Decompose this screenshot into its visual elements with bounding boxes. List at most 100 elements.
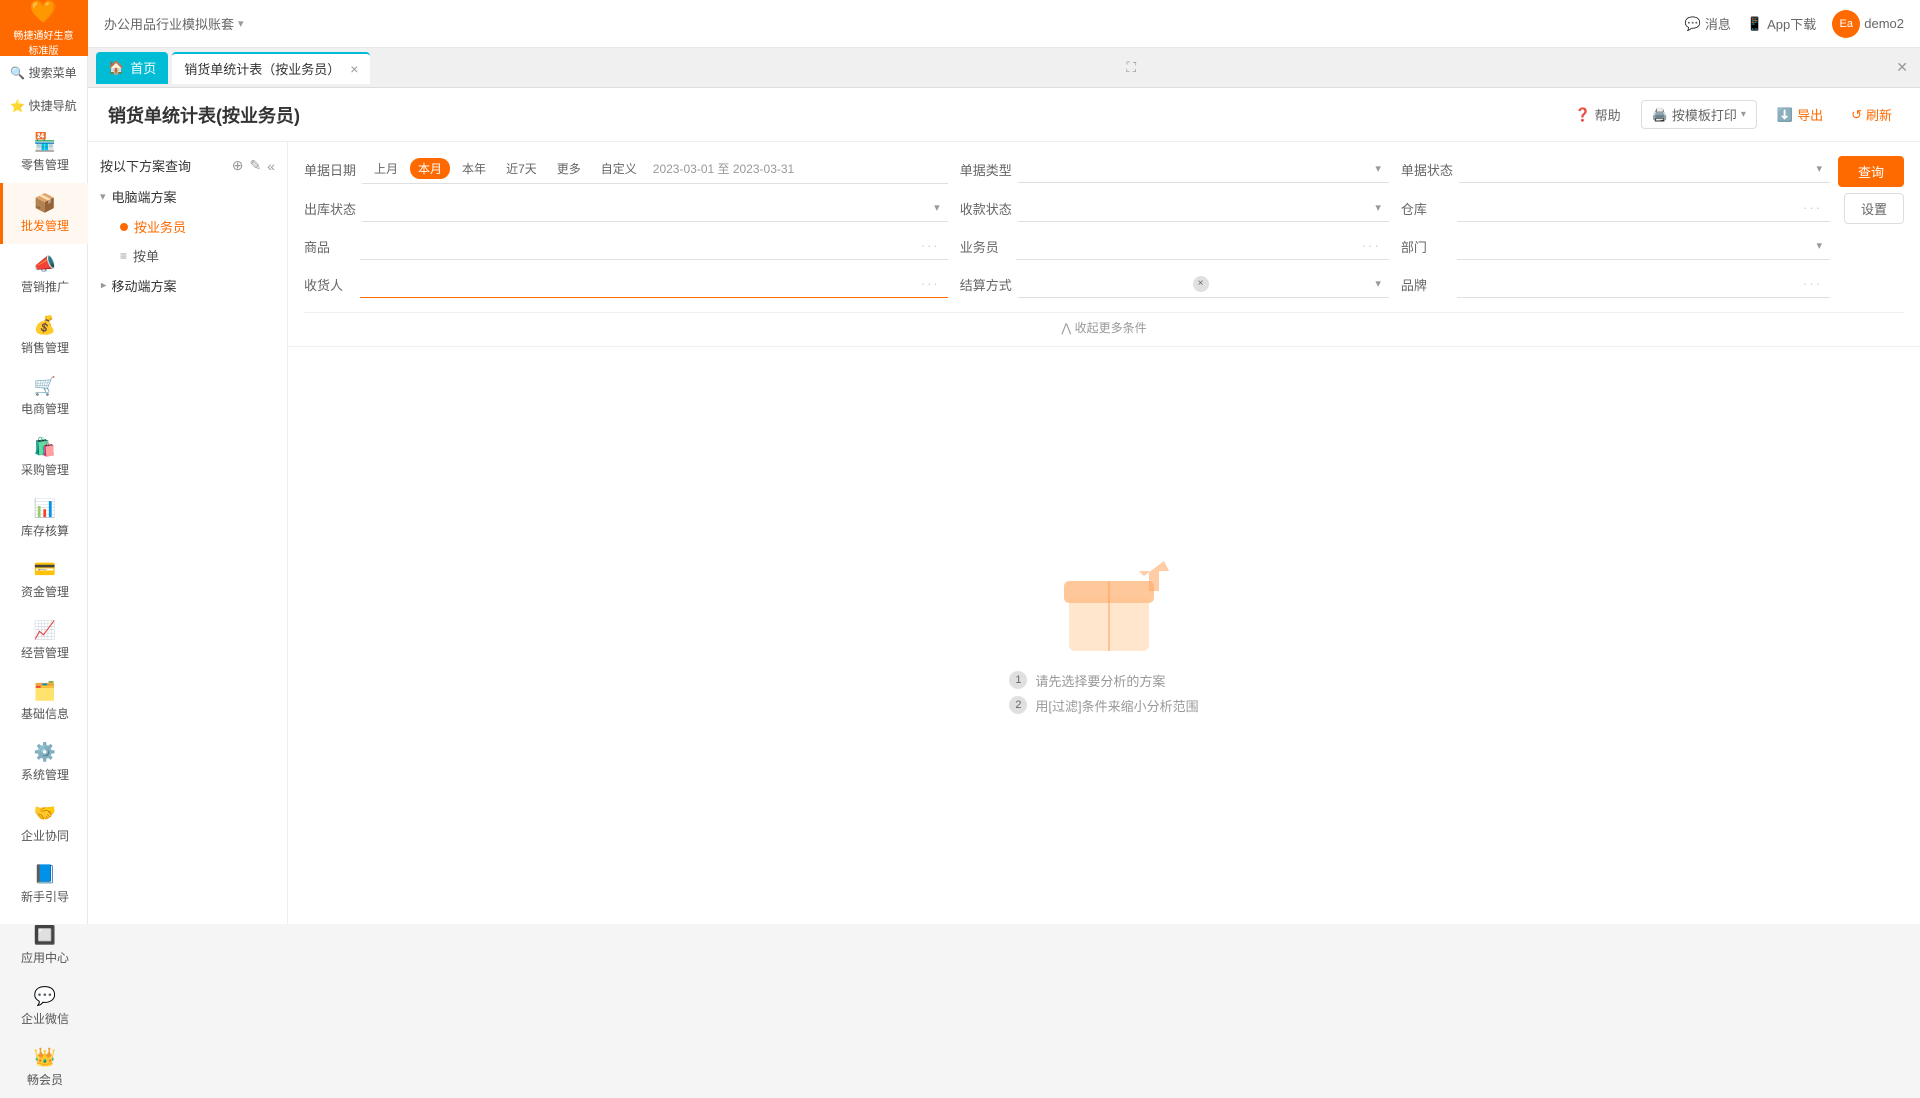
more-dots-icon: ··· [921,238,940,253]
home-icon: 🏠 [108,60,124,76]
corp-icon: 🤝 [7,803,84,824]
out-status-control[interactable]: ▾ [362,194,948,222]
sidebar-item-corp[interactable]: 🤝 企业协同 [0,793,88,854]
recv-status-control[interactable]: ▾ [1018,194,1389,222]
date-tab-this-month[interactable]: 本月 [410,158,450,179]
product-control[interactable]: ··· [360,232,948,260]
sidebar-item-system[interactable]: ⚙️ 系统管理 [0,732,88,793]
sidebar-item-basic[interactable]: 🗂️ 基础信息 [0,671,88,732]
more-dots-icon: ··· [921,276,940,291]
sidebar-item-finance[interactable]: 💳 资金管理 [0,549,88,610]
sales-icon: 💰 [7,315,84,336]
sidebar-item-retail[interactable]: 🏪 零售管理 [0,122,88,183]
empty-state: 1 请先选择要分析的方案 2 用[过滤]条件来缩小分析范围 [288,347,1920,924]
setting-button[interactable]: 设置 [1844,193,1904,224]
sidebar-item-sales[interactable]: 💰 销售管理 [0,305,88,366]
brand-filter-item: 品牌 ··· [1401,270,1830,298]
search-menu-item[interactable]: 🔍 搜索菜单 [0,56,88,89]
clear-settlement-icon[interactable]: × [1193,276,1209,292]
active-indicator [120,223,128,231]
query-button[interactable]: 查询 [1838,156,1904,187]
main-content: 单据日期 上月 本月 本年 近7天 更多 [288,142,1920,924]
message-icon: 💬 [1685,16,1701,32]
collapse-up-icon: ⋀ [1061,321,1074,335]
page-title: 销货单统计表(按业务员) [108,102,300,128]
scheme-item-salesperson[interactable]: 按业务员 [108,212,287,241]
date-tab-custom[interactable]: 自定义 [593,158,645,179]
mobile-scheme-group: ▾ 移动端方案 [88,270,287,301]
edit-scheme-icon[interactable]: ✎ [249,157,261,174]
sub-order-icon: ≡ [120,249,127,263]
settlement-filter-item: 结算方式 × ▾ [960,270,1389,298]
help-button[interactable]: ❓ 帮助 [1566,101,1628,128]
page: 销货单统计表(按业务员) ❓ 帮助 🖨️ 按模板打印 ▾ ⬇️ 导出 [88,88,1920,924]
sidebar-item-inventory[interactable]: 📊 库存核算 [0,488,88,549]
filter-rows-wrapper: 单据日期 上月 本月 本年 近7天 更多 [304,154,1904,308]
add-scheme-icon[interactable]: ⊕ [232,157,244,174]
chevron-down-icon: ▾ [1375,201,1381,214]
refresh-button[interactable]: ↺ 刷新 [1843,101,1900,128]
date-tab-this-year[interactable]: 本年 [454,158,494,179]
ecom-icon: 🛒 [7,376,84,397]
dept-control[interactable]: ▾ [1457,232,1830,260]
filter-rows: 单据日期 上月 本月 本年 近7天 更多 [304,154,1830,308]
tabbar: 🏠 首页 销货单统计表（按业务员） × ⛶ ✕ [88,48,1920,88]
refresh-icon: ↺ [1851,107,1862,123]
date-tab-more[interactable]: 更多 [549,158,589,179]
desktop-scheme-group: ▾ 电脑端方案 按业务员 ≡ 按单 [88,181,287,270]
main-area: 办公用品行业模拟账套 ▾ 💬 消息 📱 App下载 Ea demo2 🏠 [88,0,1920,924]
scheme-item-order[interactable]: ≡ 按单 [108,241,287,270]
sidebar-item-member[interactable]: 👑 畅会员 [0,1037,88,1098]
user-menu[interactable]: Ea demo2 [1832,10,1904,38]
out-status-filter-item: 出库状态 ▾ [304,194,948,222]
tab-home[interactable]: 🏠 首页 [96,52,168,84]
hint-num-2: 2 [1009,696,1027,714]
window-close-icon[interactable]: ✕ [1892,55,1912,80]
sidebar-item-apps[interactable]: 🔲 应用中心 [0,915,88,976]
sidebar-item-newbie[interactable]: 📘 新手引导 [0,854,88,915]
sidebar-item-wholesale[interactable]: 📦 批发管理 [0,183,88,244]
export-button[interactable]: ⬇️ 导出 [1769,101,1831,128]
marketing-icon: 📣 [7,254,84,275]
app-download-button[interactable]: 📱 App下载 [1747,14,1816,33]
settlement-control[interactable]: × ▾ [1018,270,1389,298]
sidebar-item-ops[interactable]: 📈 经营管理 [0,610,88,671]
desktop-scheme-header[interactable]: ▾ 电脑端方案 [88,181,287,212]
sidebar-item-ecom[interactable]: 🛒 电商管理 [0,366,88,427]
logo-icon: 🧡 [30,0,57,25]
chevron-down-icon: ▾ [1741,109,1746,120]
window-expand-icon[interactable]: ⛶ [1122,55,1140,80]
page-body: 按以下方案查询 ⊕ ✎ « ▾ 电脑端方案 [88,142,1920,924]
account-dropdown[interactable]: 办公用品行业模拟账套 ▾ [104,14,244,33]
apps-icon: 🔲 [7,925,84,946]
export-icon: ⬇️ [1777,107,1793,123]
sidebar-item-wechat[interactable]: 💬 企业微信 [0,976,88,1037]
brand-control[interactable]: ··· [1457,270,1830,298]
topbar-left: 办公用品行业模拟账套 ▾ [104,14,244,33]
date-tab-7days[interactable]: 近7天 [498,158,545,179]
collapse-scheme-icon[interactable]: « [267,158,275,174]
doc-status-control[interactable]: ▾ [1459,155,1830,183]
warehouse-control[interactable]: ··· [1457,194,1830,222]
recipient-control[interactable]: ··· [360,270,948,298]
doc-type-control[interactable]: ▾ [1018,155,1389,183]
message-button[interactable]: 💬 消息 [1685,14,1731,33]
more-dots-icon: ··· [1803,276,1822,291]
tab-report[interactable]: 销货单统计表（按业务员） × [172,52,370,84]
chevron-down-icon: ▾ [1375,162,1381,175]
page-actions: ❓ 帮助 🖨️ 按模板打印 ▾ ⬇️ 导出 ↺ 刷新 [1566,100,1900,129]
chevron-down-icon: ▾ [238,17,244,30]
collapse-bar[interactable]: ⋀ 收起更多条件 [304,312,1904,342]
basic-icon: 🗂️ [7,681,84,702]
app-logo: 🧡 畅捷通好生意 标准版 [0,0,88,56]
tab-close-icon[interactable]: × [350,61,358,77]
mobile-scheme-header[interactable]: ▾ 移动端方案 [88,270,287,301]
template-print-button[interactable]: 🖨️ 按模板打印 ▾ [1641,100,1757,129]
filter-section: 单据日期 上月 本月 本年 近7天 更多 [288,142,1920,347]
date-tab-last-month[interactable]: 上月 [366,158,406,179]
quick-nav-item[interactable]: ⭐ 快捷导航 [0,89,88,122]
sidebar-item-marketing[interactable]: 📣 营销推广 [0,244,88,305]
salesperson-control[interactable]: ··· [1016,232,1389,260]
sidebar-item-purchase[interactable]: 🛍️ 采购管理 [0,427,88,488]
page-header: 销货单统计表(按业务员) ❓ 帮助 🖨️ 按模板打印 ▾ ⬇️ 导出 [88,88,1920,142]
